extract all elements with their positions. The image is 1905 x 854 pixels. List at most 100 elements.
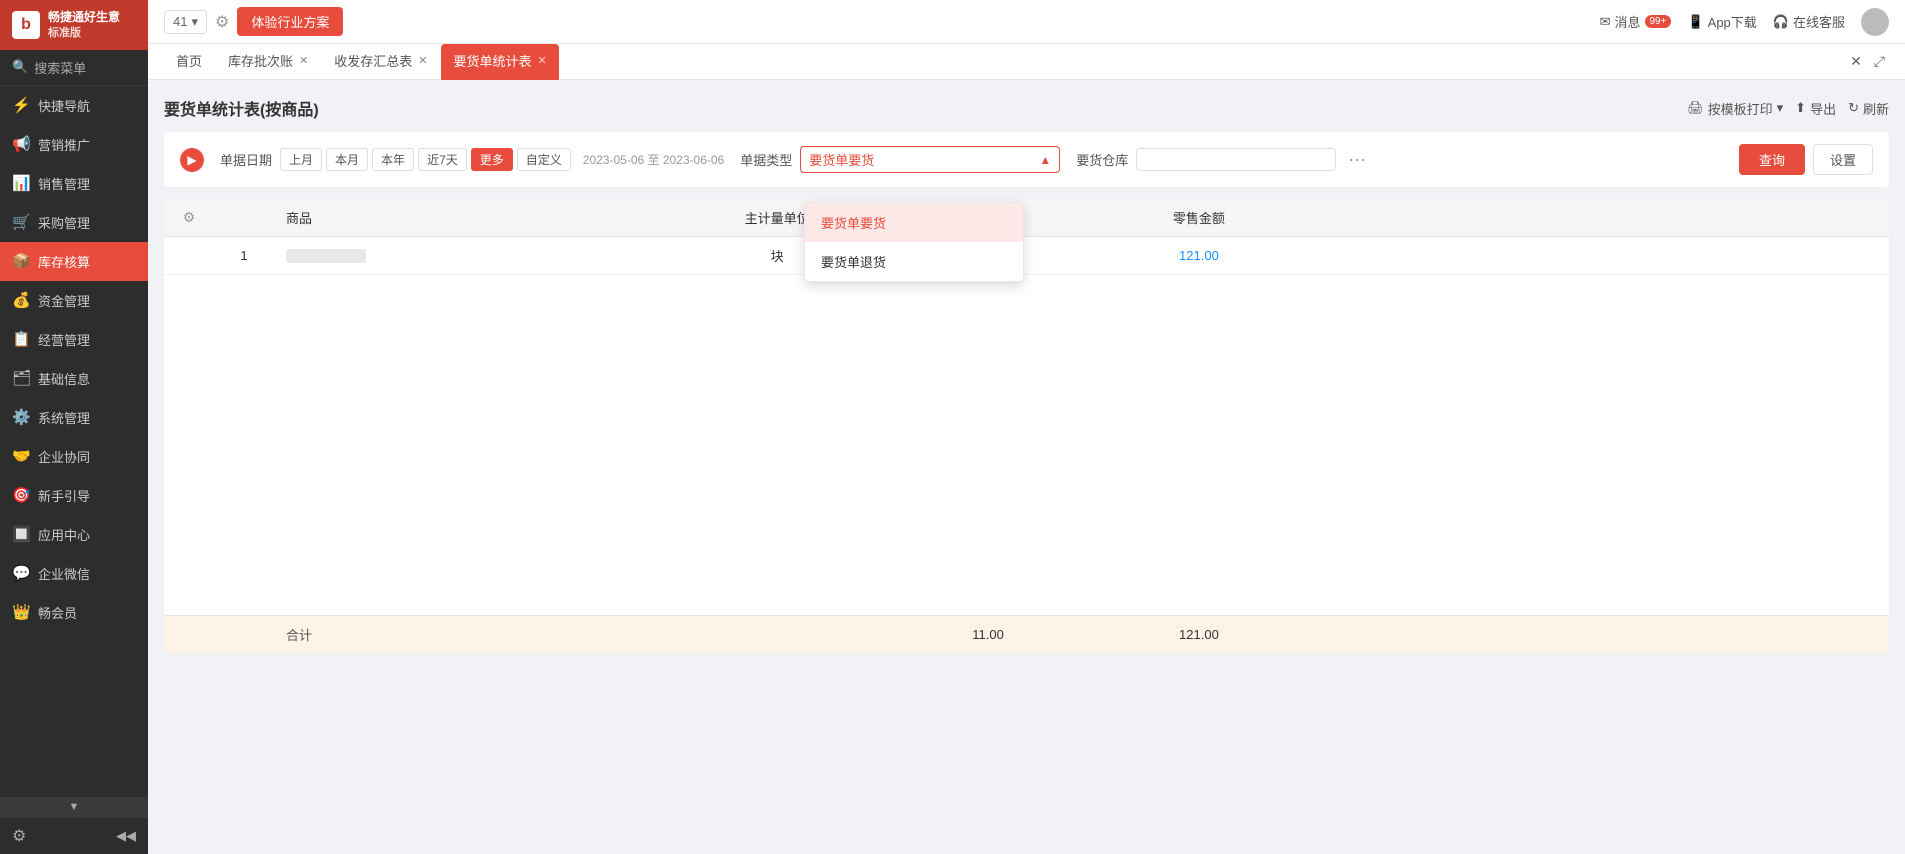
date-last-7-days-btn[interactable]: 近7天 <box>418 148 467 171</box>
sidebar-item-finance[interactable]: 💰 资金管理 <box>0 281 148 320</box>
user-avatar[interactable] <box>1861 8 1889 36</box>
page-actions: 🖨 按模板打印 ▾ ⬆ 导出 ↻ 刷新 <box>1687 99 1889 118</box>
footer-label-cell: 合计 <box>274 616 672 653</box>
tab-close-receive-summary[interactable]: ✕ <box>418 54 427 67</box>
sidebar-item-sales[interactable]: 📊销售管理 <box>0 164 148 203</box>
date-last-month-btn[interactable]: 上月 <box>280 148 322 171</box>
table-col-amount-header: 零售金额 <box>1094 199 1305 236</box>
type-dropdown: 要货单要货 要货单退货 <box>804 202 1024 282</box>
page-header: 要货单统计表(按商品) 🖨 按模板打印 ▾ ⬆ 导出 ↻ 刷新 <box>164 96 1889 120</box>
warehouse-filter-group: 要货仓库 ··· <box>1076 148 1366 171</box>
store-select[interactable]: 41 ▾ <box>164 10 207 34</box>
date-this-month-btn[interactable]: 本月 <box>326 148 368 171</box>
date-custom-btn[interactable]: 自定义 <box>517 148 571 171</box>
query-button[interactable]: 查询 <box>1739 144 1805 175</box>
trial-button[interactable]: 体验行业方案 <box>237 7 343 36</box>
sidebar: b 畅捷通好生意 标准版 🔍 搜索菜单 ⚡快捷导航📢营销推广📊销售管理🛒采购管理… <box>0 0 148 854</box>
data-table: ⚙ 商品 主计量单位 主数量 零售金额 <box>164 199 1889 653</box>
sidebar-item-basic[interactable]: 🗂基础信息 <box>0 359 148 398</box>
main-area: 41 ▾ ⚙ 体验行业方案 ✉ 消息 99+ 📱 App下载 🎧 在线客服 <box>148 0 1905 854</box>
tab-label-inventory-batch: 库存批次账 <box>228 51 293 70</box>
sidebar-item-enterprise[interactable]: 🤝企业协同 <box>0 437 148 476</box>
date-range-display: 2023-05-06 至 2023-06-06 <box>583 151 724 168</box>
sidebar-item-wechat[interactable]: 💬 企业微信 <box>0 554 148 593</box>
tab-receive-summary[interactable]: 收发存汇总表✕ <box>322 44 439 80</box>
settings-button[interactable]: 设置 <box>1813 144 1873 175</box>
topbar: 41 ▾ ⚙ 体验行业方案 ✉ 消息 99+ 📱 App下载 🎧 在线客服 <box>148 0 1905 44</box>
tabs-bar: 首页库存批次账✕收发存汇总表✕要货单统计表✕ ✕ ⤢ <box>148 44 1905 80</box>
print-template-btn[interactable]: 🖨 按模板打印 ▾ <box>1687 99 1783 118</box>
phone-icon: 📱 <box>1687 14 1703 30</box>
date-filter-label: 单据日期 <box>220 150 272 169</box>
tabs-actions: ✕ ⤢ <box>1846 51 1889 72</box>
table-col-goods-header: 商品 <box>274 199 672 236</box>
tab-order-stats[interactable]: 要货单统计表✕ <box>441 44 558 80</box>
table-header: ⚙ 商品 主计量单位 主数量 零售金额 <box>164 199 1889 237</box>
nav-label-appstore: 应用中心 <box>38 525 90 544</box>
footer-rest-cell <box>1304 616 1889 653</box>
nav-label-wechat: 企业微信 <box>38 564 90 583</box>
messages-btn[interactable]: ✉ 消息 99+ <box>1600 12 1672 31</box>
nav-label-system: 系统管理 <box>38 408 90 427</box>
tab-label-home: 首页 <box>176 51 202 70</box>
app-download-btn[interactable]: 📱 App下载 <box>1687 12 1756 31</box>
nav-label-enterprise: 企业协同 <box>38 447 90 466</box>
sidebar-settings-icon[interactable]: ⚙ <box>12 826 26 846</box>
footer-settings-cell <box>164 616 214 653</box>
dropdown-item-order-return[interactable]: 要货单退货 <box>805 242 1023 281</box>
footer-unit-cell <box>672 616 883 653</box>
row-amount-link[interactable]: 121.00 <box>1179 248 1219 263</box>
footer-qty-cell: 11.00 <box>883 616 1094 653</box>
sidebar-item-system[interactable]: ⚙️系统管理 <box>0 398 148 437</box>
sidebar-item-quick-nav[interactable]: ⚡快捷导航 <box>0 86 148 125</box>
search-menu[interactable]: 🔍 搜索菜单 <box>0 50 148 86</box>
tab-home[interactable]: 首页 <box>164 44 214 80</box>
tab-inventory-batch[interactable]: 库存批次账 ✕ <box>216 44 320 80</box>
messages-badge: 99+ <box>1645 15 1672 28</box>
sidebar-item-appstore[interactable]: 🔲 应用中心 <box>0 515 148 554</box>
nav-label-inventory: 库存核算 <box>38 252 90 271</box>
warehouse-input[interactable] <box>1136 148 1336 171</box>
more-filters-btn[interactable]: ··· <box>1348 149 1366 170</box>
sidebar-item-marketing[interactable]: 📢营销推广 <box>0 125 148 164</box>
nav-icon-purchase: 🛒 <box>12 213 30 231</box>
date-this-year-btn[interactable]: 本年 <box>372 148 414 171</box>
filter-bar: ▶ 单据日期 上月 本月 本年 近7天 更多 自定义 2023-05-06 至 … <box>164 132 1889 187</box>
dropdown-item-order-goods[interactable]: 要货单要货 <box>805 203 1023 242</box>
sidebar-item-inventory[interactable]: 📦库存核算 <box>0 242 148 281</box>
date-more-btn[interactable]: 更多 <box>471 148 513 171</box>
page-title: 要货单统计表(按商品) <box>164 96 319 120</box>
date-filter-group: 单据日期 上月 本月 本年 近7天 更多 自定义 2023-05-06 至 20… <box>220 148 724 171</box>
filter-toggle-btn[interactable]: ▶ <box>180 148 204 172</box>
nav-icon-guide: 🎯 <box>12 486 30 504</box>
nav-icon-marketing: 📢 <box>12 135 30 153</box>
export-btn[interactable]: ⬆ 导出 <box>1795 99 1836 118</box>
nav-icon-wechat: 💬 <box>12 564 30 582</box>
nav-icon-sales: 📊 <box>12 174 30 192</box>
type-select[interactable]: 要货单要货 ▲ <box>800 146 1060 173</box>
sidebar-item-operation[interactable]: 📋经营管理 <box>0 320 148 359</box>
nav-icon-appstore: 🔲 <box>12 525 30 543</box>
online-service-btn[interactable]: 🎧 在线客服 <box>1773 12 1845 31</box>
nav-icon-finance: 💰 <box>12 291 30 309</box>
sidebar-item-guide[interactable]: 🎯新手引导 <box>0 476 148 515</box>
tab-close-inventory-batch[interactable]: ✕ <box>299 54 308 67</box>
refresh-btn[interactable]: ↻ 刷新 <box>1848 99 1889 118</box>
nav-icon-quick-nav: ⚡ <box>12 96 30 114</box>
topbar-right: ✉ 消息 99+ 📱 App下载 🎧 在线客服 <box>1600 8 1889 36</box>
nav-label-finance: 资金管理 <box>38 291 90 310</box>
type-select-caret-icon: ▲ <box>1039 153 1051 167</box>
nav-label-purchase: 采购管理 <box>38 213 90 232</box>
sidebar-item-member[interactable]: 👑畅会员 <box>0 593 148 632</box>
sidebar-item-purchase[interactable]: 🛒 采购管理 <box>0 203 148 242</box>
sidebar-collapse-icon[interactable]: ◀◀ <box>116 828 136 844</box>
close-all-tabs-btn[interactable]: ✕ <box>1846 51 1866 72</box>
row-goods-cell <box>274 237 672 274</box>
gear-icon[interactable]: ⚙ <box>215 12 229 32</box>
tab-close-order-stats[interactable]: ✕ <box>538 54 547 67</box>
table-settings-icon[interactable]: ⚙ <box>183 209 196 226</box>
sidebar-nav: ⚡快捷导航📢营销推广📊销售管理 🛒 采购管理 📦库存核算 💰 资金管理 📋经营管理🗂基础信息… <box>0 86 148 797</box>
sidebar-scroll-down[interactable]: ▼ <box>0 797 148 817</box>
maximize-tabs-btn[interactable]: ⤢ <box>1870 51 1889 72</box>
footer-amount-cell: 121.00 <box>1094 616 1305 653</box>
